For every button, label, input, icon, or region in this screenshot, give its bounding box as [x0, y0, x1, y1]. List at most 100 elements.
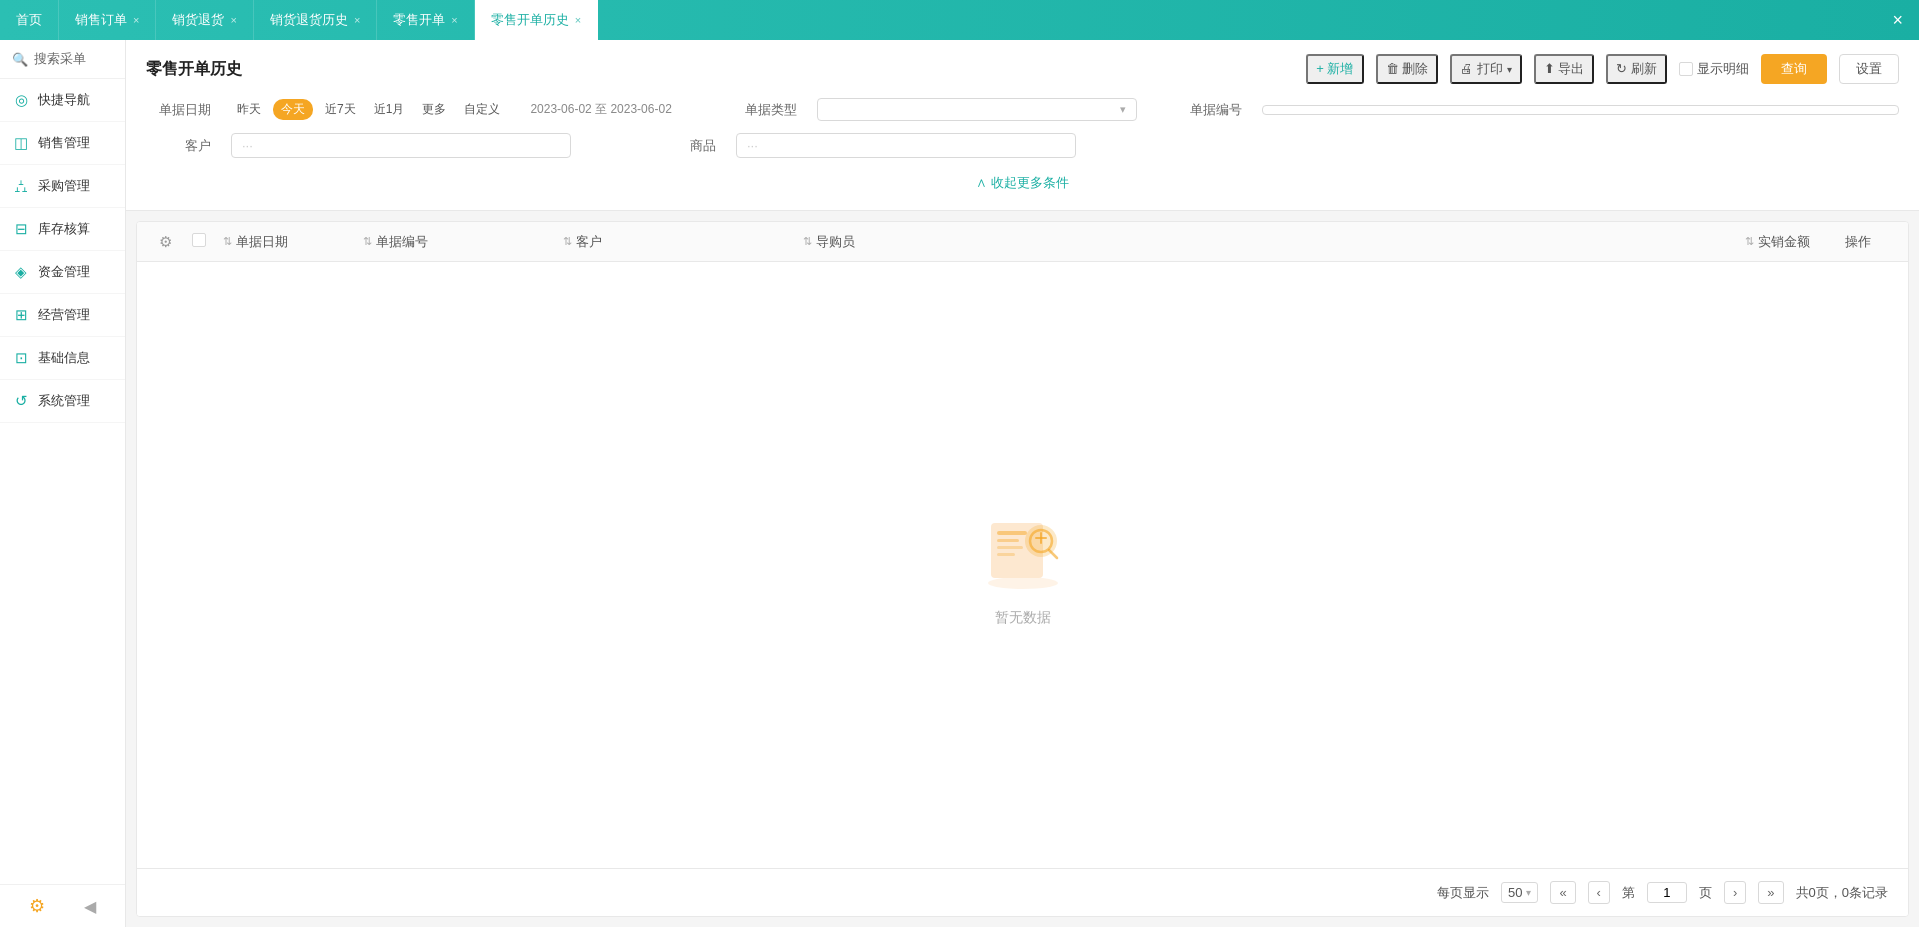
export-button[interactable]: ⬆ 导出 — [1534, 54, 1595, 84]
date-range: 2023-06-02 至 2023-06-02 — [530, 101, 671, 118]
date-btn-more[interactable]: 更多 — [416, 99, 452, 120]
svg-rect-5 — [997, 553, 1015, 556]
date-btn-yesterday[interactable]: 昨天 — [231, 99, 267, 120]
sidebar-item-sys-mgmt[interactable]: ↺ 系统管理 — [0, 380, 125, 423]
collapse-more-label: ∧ 收起更多条件 — [976, 174, 1069, 192]
print-button[interactable]: 🖨 打印 ▾ — [1450, 54, 1522, 84]
display-detail-checkbox[interactable] — [1679, 62, 1693, 76]
delete-button[interactable]: 🗑 删除 — [1376, 54, 1439, 84]
operation-mgmt-icon: ⊞ — [12, 306, 30, 324]
customer-dots: ··· — [242, 138, 253, 153]
bottom-settings-icon[interactable]: ⚙ — [29, 895, 45, 917]
tab-sales-return-close[interactable]: × — [230, 14, 236, 26]
export-button-label: ⬆ 导出 — [1544, 60, 1585, 78]
tab-sales-return-label: 销货退货 — [172, 11, 224, 29]
sort-icon-date[interactable]: ⇅ — [223, 235, 232, 248]
sidebar: 🔍 搜索采单 ◎ 快捷导航 ◫ 销售管理 ⛼ 采购管理 ⊟ 库存核算 ◈ 资金管… — [0, 40, 126, 927]
col-num: ⇅ 单据编号 — [355, 233, 555, 251]
top-bar-close[interactable]: × — [1892, 10, 1903, 31]
tab-retail-open-history-close[interactable]: × — [575, 14, 581, 26]
query-button[interactable]: 查询 — [1761, 54, 1827, 84]
column-settings-icon[interactable]: ⚙ — [147, 233, 183, 251]
content-area: 零售开单历史 + 新增 🗑 删除 🖨 打印 ▾ ⬆ 导出 — [126, 40, 1919, 927]
display-detail-toggle[interactable]: 显示明细 — [1679, 60, 1749, 78]
date-label: 单据日期 — [146, 101, 211, 119]
bill-type-select[interactable]: ▾ — [817, 98, 1137, 121]
sort-icon-guide[interactable]: ⇅ — [803, 235, 812, 248]
last-page-button[interactable]: » — [1758, 881, 1783, 904]
tab-retail-open-history-label: 零售开单历史 — [491, 11, 569, 29]
prev-page-button[interactable]: ‹ — [1588, 881, 1610, 904]
goods-dots: ··· — [747, 138, 758, 153]
tab-sales-order[interactable]: 销售订单 × — [59, 0, 156, 40]
fund-mgmt-icon: ◈ — [12, 263, 30, 281]
date-btn-7days[interactable]: 近7天 — [319, 99, 362, 120]
sidebar-item-sales-mgmt-label: 销售管理 — [38, 134, 90, 152]
tab-sales-return-history-close[interactable]: × — [354, 14, 360, 26]
collapse-more[interactable]: ∧ 收起更多条件 — [146, 170, 1899, 196]
date-btn-custom[interactable]: 自定义 — [458, 99, 506, 120]
customer-input[interactable]: ··· — [231, 133, 571, 158]
table-area: ⚙ ⇅ 单据日期 ⇅ 单据编号 ⇅ 客户 ⇅ 导购员 — [136, 221, 1909, 917]
date-btn-today[interactable]: 今天 — [273, 99, 313, 120]
page-suffix: 页 — [1699, 884, 1712, 902]
per-page-value: 50 — [1508, 885, 1522, 900]
sidebar-item-purchase-mgmt-label: 采购管理 — [38, 177, 90, 195]
sort-icon-amount[interactable]: ⇅ — [1745, 235, 1754, 248]
refresh-button[interactable]: ↻ 刷新 — [1606, 54, 1667, 84]
settings-button[interactable]: 设置 — [1839, 54, 1899, 84]
per-page-select[interactable]: 50 ▾ — [1501, 882, 1538, 903]
top-bar-right: × — [1876, 10, 1919, 31]
goods-input[interactable]: ··· — [736, 133, 1076, 158]
sidebar-item-basic-info[interactable]: ⊡ 基础信息 — [0, 337, 125, 380]
sidebar-item-fund-mgmt-label: 资金管理 — [38, 263, 90, 281]
tab-retail-open-close[interactable]: × — [451, 14, 457, 26]
svg-rect-3 — [997, 539, 1019, 542]
col-customer-label: 客户 — [576, 233, 602, 251]
first-page-button[interactable]: « — [1550, 881, 1575, 904]
sidebar-item-sales-mgmt[interactable]: ◫ 销售管理 — [0, 122, 125, 165]
add-button[interactable]: + 新增 — [1306, 54, 1363, 84]
next-page-button[interactable]: › — [1724, 881, 1746, 904]
sidebar-item-sys-mgmt-label: 系统管理 — [38, 392, 90, 410]
select-all-checkbox[interactable] — [183, 233, 215, 250]
bottom-collapse-icon[interactable]: ◀ — [84, 897, 96, 916]
sidebar-search[interactable]: 🔍 搜索采单 — [0, 40, 125, 79]
sort-icon-customer[interactable]: ⇅ — [563, 235, 572, 248]
tab-retail-open[interactable]: 零售开单 × — [377, 0, 474, 40]
date-btns: 昨天 今天 近7天 近1月 更多 自定义 — [231, 99, 506, 120]
tab-home[interactable]: 首页 — [0, 0, 59, 40]
bill-num-input[interactable] — [1262, 105, 1899, 115]
sidebar-item-quick-nav[interactable]: ◎ 快捷导航 — [0, 79, 125, 122]
sidebar-item-inventory-check[interactable]: ⊟ 库存核算 — [0, 208, 125, 251]
filter-row-2: 客户 ··· 商品 ··· — [146, 133, 1899, 158]
checkbox-all[interactable] — [192, 233, 206, 247]
sidebar-item-quick-nav-label: 快捷导航 — [38, 91, 90, 109]
sidebar-item-operation-mgmt-label: 经营管理 — [38, 306, 90, 324]
top-bar: 首页 销售订单 × 销货退货 × 销货退货历史 × 零售开单 × 零售开单历史 … — [0, 0, 1919, 40]
tab-sales-return[interactable]: 销货退货 × — [156, 0, 253, 40]
search-icon: 🔍 — [12, 52, 28, 67]
sort-icon-num[interactable]: ⇅ — [363, 235, 372, 248]
empty-state: 暂无数据 — [137, 262, 1908, 868]
tab-sales-return-history[interactable]: 销货退货历史 × — [254, 0, 377, 40]
tab-retail-open-label: 零售开单 — [393, 11, 445, 29]
sys-mgmt-icon: ↺ — [12, 392, 30, 410]
page-number-input[interactable] — [1647, 882, 1687, 903]
tab-retail-open-history[interactable]: 零售开单历史 × — [475, 0, 598, 40]
next-page-icon: › — [1733, 885, 1737, 900]
col-amount-label: 实销金额 — [1758, 233, 1810, 251]
print-button-label: 🖨 打印 — [1460, 60, 1503, 78]
svg-point-0 — [988, 577, 1058, 589]
sidebar-item-basic-info-label: 基础信息 — [38, 349, 90, 367]
print-dropdown-icon[interactable]: ▾ — [1507, 64, 1512, 75]
date-btn-1month[interactable]: 近1月 — [368, 99, 411, 120]
sidebar-item-fund-mgmt[interactable]: ◈ 资金管理 — [0, 251, 125, 294]
sidebar-item-inventory-check-label: 库存核算 — [38, 220, 90, 238]
tab-sales-order-close[interactable]: × — [133, 14, 139, 26]
sidebar-item-purchase-mgmt[interactable]: ⛼ 采购管理 — [0, 165, 125, 208]
first-page-icon: « — [1559, 885, 1566, 900]
sidebar-item-operation-mgmt[interactable]: ⊞ 经营管理 — [0, 294, 125, 337]
empty-illustration — [973, 503, 1073, 593]
customer-label: 客户 — [146, 137, 211, 155]
